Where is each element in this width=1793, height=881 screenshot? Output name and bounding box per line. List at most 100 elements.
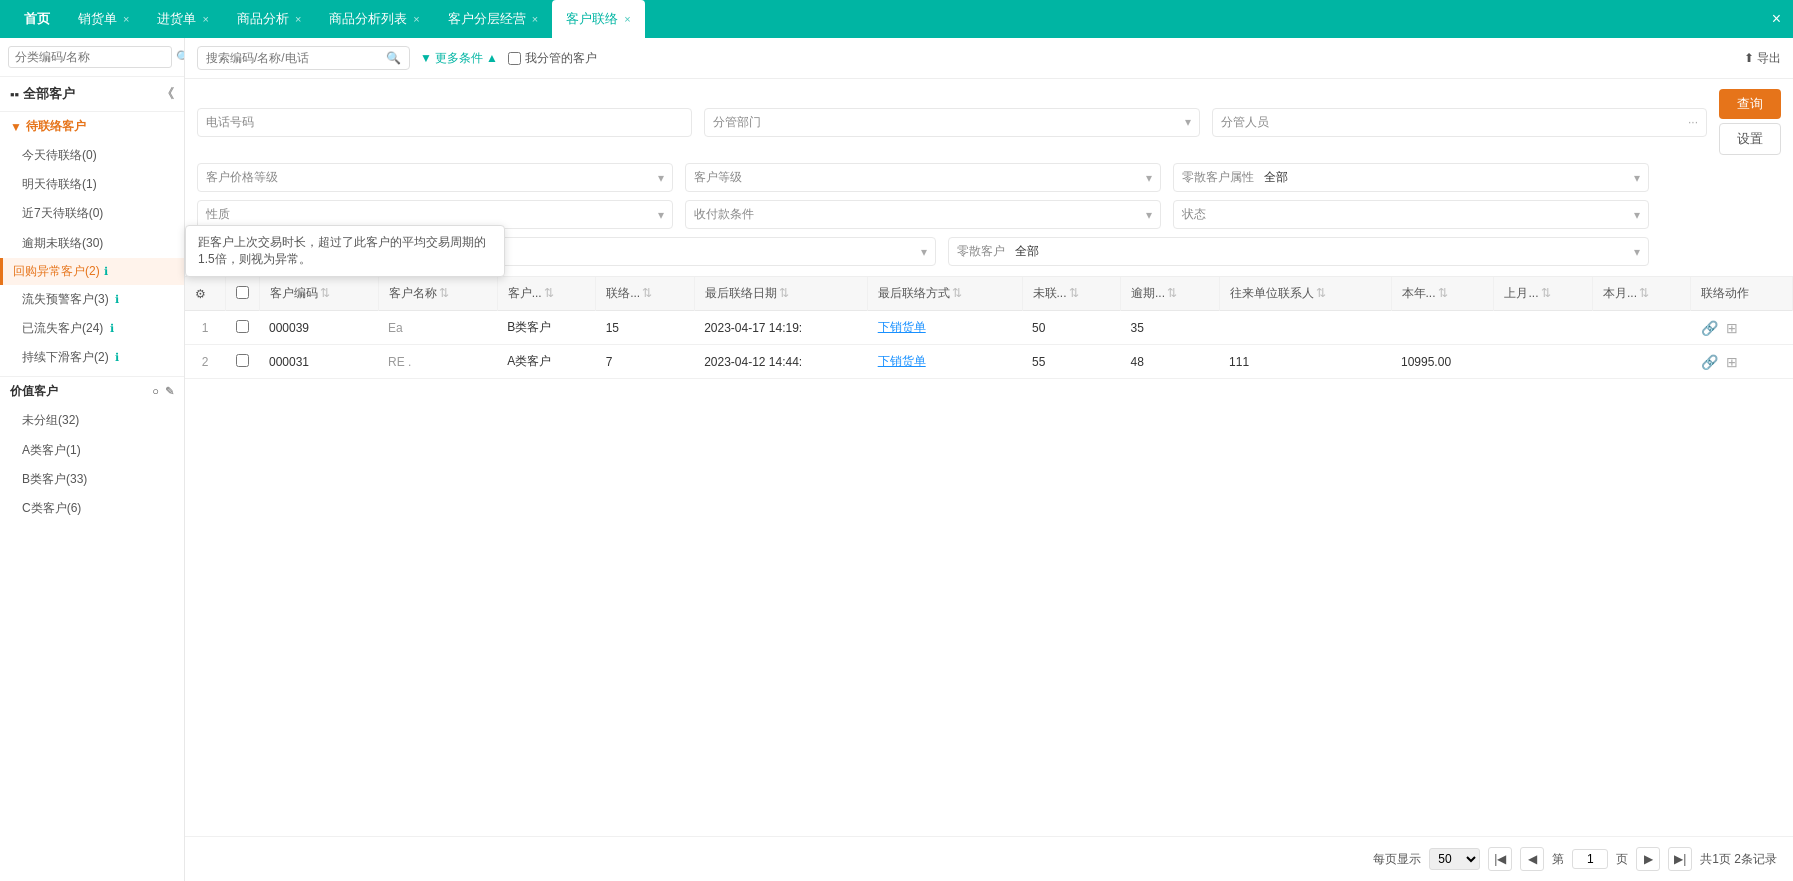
declining-info-icon[interactable]: ℹ bbox=[115, 351, 119, 363]
sort-icon[interactable]: ⇅ bbox=[1069, 286, 1079, 300]
tab-product-analysis-list-close[interactable]: × bbox=[413, 13, 419, 25]
th-last-contact-method-label: 最后联络方式 bbox=[878, 286, 950, 300]
sidebar-item-churn-warning-label: 流失预警客户(3) bbox=[22, 292, 109, 306]
sidebar-item-tomorrow-pending[interactable]: 明天待联络(1) bbox=[0, 170, 184, 199]
filter-person[interactable]: 分管人员 ··· bbox=[1212, 108, 1707, 137]
tab-home[interactable]: 首页 bbox=[10, 0, 64, 38]
page-number-input[interactable] bbox=[1572, 849, 1608, 869]
action-buttons: 查询 设置 bbox=[1719, 89, 1781, 155]
tab-product-analysis-close[interactable]: × bbox=[295, 13, 301, 25]
sort-icon[interactable]: ⇅ bbox=[439, 286, 449, 300]
churned-info-icon[interactable]: ℹ bbox=[110, 322, 114, 334]
tab-customer-contact[interactable]: 客户联络 × bbox=[552, 0, 644, 38]
customer-table: ⚙ 客户编码⇅ 客户名称⇅ 客户...⇅ 联络...⇅ 最后联络日期⇅ 最后联络… bbox=[185, 277, 1793, 379]
sidebar-collapse-button[interactable]: 《 bbox=[161, 85, 174, 103]
export-button[interactable]: ⬆ 导出 bbox=[1744, 50, 1781, 67]
tab-customer-tier-close[interactable]: × bbox=[532, 13, 538, 25]
tab-purchase-order-close[interactable]: × bbox=[202, 13, 208, 25]
row-checkbox-0[interactable] bbox=[236, 320, 249, 333]
my-customers-checkbox-label[interactable]: 我分管的客户 bbox=[508, 50, 597, 67]
filter-payment[interactable]: 收付款条件 ▾ bbox=[685, 200, 1161, 229]
first-page-button[interactable]: |◀ bbox=[1488, 847, 1512, 871]
search-icon[interactable]: 🔍 bbox=[386, 51, 401, 65]
tab-customer-contact-close[interactable]: × bbox=[624, 13, 630, 25]
my-customers-checkbox[interactable] bbox=[508, 52, 521, 65]
sidebar-item-churn-warning[interactable]: 流失预警客户(3) ℹ bbox=[0, 285, 184, 314]
filter-retail-customer[interactable]: 零散客户 全部 ▾ bbox=[948, 237, 1649, 266]
sidebar-item-today-pending[interactable]: 今天待联络(0) bbox=[0, 141, 184, 170]
row-checkbox-cell-1[interactable] bbox=[225, 345, 259, 379]
sidebar-pending-group[interactable]: ▼ 待联络客户 bbox=[0, 112, 184, 141]
sidebar-search-icon[interactable]: 🔍 bbox=[176, 50, 185, 64]
search-input[interactable] bbox=[206, 51, 386, 65]
settings-button[interactable]: 设置 bbox=[1719, 123, 1781, 155]
sidebar-item-class-a[interactable]: A类客户(1) bbox=[0, 436, 184, 465]
sort-icon[interactable]: ⇅ bbox=[1541, 286, 1551, 300]
row-checkbox-1[interactable] bbox=[236, 354, 249, 367]
sidebar-item-declining[interactable]: 持续下滑客户(2) ℹ bbox=[0, 343, 184, 372]
main-layout: 🔍 ▪▪ 全部客户 《 ▼ 待联络客户 今天待联络(0) 明天待联络(1) 近7… bbox=[0, 38, 1793, 881]
sidebar-item-ungrouped-label: 未分组(32) bbox=[22, 413, 79, 427]
th-checkbox[interactable] bbox=[225, 277, 259, 311]
sidebar-item-class-c[interactable]: C类客户(6) bbox=[0, 494, 184, 523]
sidebar-value-customers-group[interactable]: 价值客户 ○ ✎ bbox=[0, 376, 184, 406]
sort-icon[interactable]: ⇅ bbox=[642, 286, 652, 300]
cell-last-contact-method-0[interactable]: 下销货单 bbox=[868, 311, 1022, 345]
sidebar-value-customers-label: 价值客户 bbox=[10, 383, 58, 400]
export-label: 导出 bbox=[1757, 50, 1781, 67]
tab-purchase-order[interactable]: 进货单 × bbox=[143, 0, 222, 38]
tab-product-analysis[interactable]: 商品分析 × bbox=[223, 0, 315, 38]
sidebar-all-customers[interactable]: ▪▪ 全部客户 《 bbox=[0, 77, 184, 112]
query-button[interactable]: 查询 bbox=[1719, 89, 1781, 119]
grid-action-icon-0[interactable]: ⊞ bbox=[1726, 320, 1738, 336]
cell-uncontacted-0: 50 bbox=[1022, 311, 1121, 345]
row-checkbox-cell-0[interactable] bbox=[225, 311, 259, 345]
sidebar-item-class-b[interactable]: B类客户(33) bbox=[0, 465, 184, 494]
tab-customer-tier[interactable]: 客户分层经营 × bbox=[434, 0, 552, 38]
sidebar-item-overdue-uncontacted[interactable]: 逾期未联络(30) bbox=[0, 229, 184, 258]
select-all-checkbox[interactable] bbox=[236, 286, 249, 299]
filter-phone-input[interactable] bbox=[260, 115, 683, 129]
th-customer-name: 客户名称⇅ bbox=[378, 277, 497, 311]
tab-sales-order-close[interactable]: × bbox=[123, 13, 129, 25]
sort-icon[interactable]: ⇅ bbox=[544, 286, 554, 300]
sort-icon[interactable]: ⇅ bbox=[779, 286, 789, 300]
sort-icon[interactable]: ⇅ bbox=[320, 286, 330, 300]
th-settings[interactable]: ⚙ bbox=[185, 277, 225, 311]
more-filters-button[interactable]: ▼ 更多条件 ▲ bbox=[420, 50, 498, 67]
filter-dept[interactable]: 分管部门 ▾ bbox=[704, 108, 1199, 137]
link-action-icon-1[interactable]: 🔗 bbox=[1701, 354, 1718, 370]
tab-product-analysis-list[interactable]: 商品分析列表 × bbox=[315, 0, 433, 38]
next-page-button[interactable]: ▶ bbox=[1636, 847, 1660, 871]
sort-icon[interactable]: ⇅ bbox=[1438, 286, 1448, 300]
link-action-icon-0[interactable]: 🔗 bbox=[1701, 320, 1718, 336]
churn-warning-info-icon[interactable]: ℹ bbox=[115, 293, 119, 305]
cell-actions-1: 🔗 ⊞ bbox=[1691, 345, 1793, 379]
cell-customer-name-0: Ea bbox=[378, 311, 497, 345]
sidebar-item-7days-pending[interactable]: 近7天待联络(0) bbox=[0, 199, 184, 228]
tab-sales-order[interactable]: 销货单 × bbox=[64, 0, 143, 38]
sort-icon[interactable]: ⇅ bbox=[1639, 286, 1649, 300]
sidebar-item-class-a-label: A类客户(1) bbox=[22, 443, 81, 457]
grid-action-icon-1[interactable]: ⊞ bbox=[1726, 354, 1738, 370]
last-page-button[interactable]: ▶| bbox=[1668, 847, 1692, 871]
filter-retail-attr-value: 全部 bbox=[1264, 169, 1288, 186]
per-page-select[interactable]: 50 100 bbox=[1429, 848, 1480, 870]
edit-icon[interactable]: ✎ bbox=[165, 385, 174, 398]
ellipsis-icon[interactable]: ··· bbox=[1688, 115, 1698, 129]
filter-retail-attr[interactable]: 零散客户属性 全部 ▾ bbox=[1173, 163, 1649, 192]
prev-page-button[interactable]: ◀ bbox=[1520, 847, 1544, 871]
sidebar-search-input[interactable] bbox=[8, 46, 172, 68]
sort-icon[interactable]: ⇅ bbox=[1167, 286, 1177, 300]
filter-price-level[interactable]: 客户价格等级 ▾ bbox=[197, 163, 673, 192]
filter-customer-level[interactable]: 客户等级 ▾ bbox=[685, 163, 1161, 192]
sort-icon[interactable]: ⇅ bbox=[1316, 286, 1326, 300]
cell-last-contact-method-1[interactable]: 下销货单 bbox=[868, 345, 1022, 379]
sidebar-item-churned[interactable]: 已流失客户(24) ℹ bbox=[0, 314, 184, 343]
info-icon[interactable]: ℹ bbox=[104, 265, 108, 278]
sort-icon[interactable]: ⇅ bbox=[952, 286, 962, 300]
sidebar-item-ungrouped[interactable]: 未分组(32) bbox=[0, 406, 184, 435]
sidebar-item-repurchase-abnormal[interactable]: 回购异常客户(2) ℹ bbox=[0, 258, 184, 285]
window-close-button[interactable]: × bbox=[1772, 10, 1781, 28]
filter-status[interactable]: 状态 ▾ bbox=[1173, 200, 1649, 229]
